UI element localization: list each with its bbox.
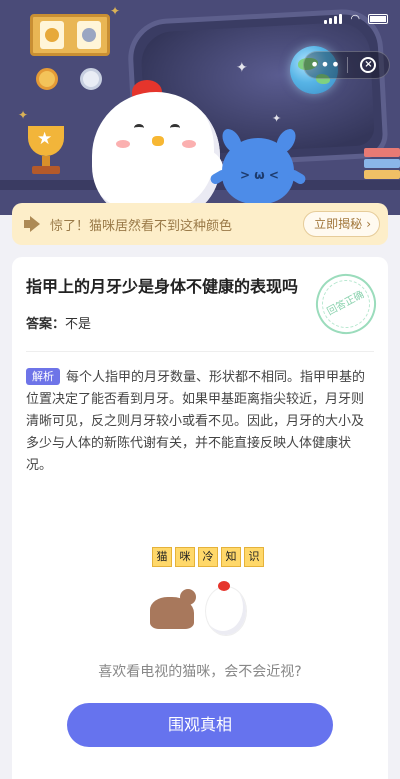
answer-row: 答案：不是: [26, 313, 91, 332]
reveal-now-button[interactable]: 立即揭秘 ›: [303, 211, 380, 237]
trophy-icon: [28, 126, 64, 174]
close-button[interactable]: ×: [348, 57, 389, 73]
gold-medal-icon: [36, 68, 58, 90]
sparkle-icon: ✦: [18, 108, 29, 122]
cat-icon: [150, 589, 196, 629]
tile: 冷: [198, 547, 218, 567]
cat-trivia-tiles: 猫 咪 冷 知 识: [152, 547, 264, 567]
divider: [26, 351, 374, 352]
mini-program-capsule[interactable]: ••• ×: [303, 51, 390, 79]
more-options-button[interactable]: •••: [304, 52, 347, 78]
explanation: 解析 每个人指甲的月牙数量、形状都不相同。指甲甲基的位置决定了能否看到月牙。如果甲…: [26, 367, 376, 477]
reveal-now-label: 立即揭秘: [314, 217, 363, 231]
tile: 识: [244, 547, 264, 567]
notice-bar[interactable]: 惊了！猫咪居然看不到这种颜色 立即揭秘 ›: [12, 203, 388, 245]
explanation-text: 每个人指甲的月牙数量、形状都不相同。指甲甲基的位置决定了能否看到月牙。如果甲基距…: [26, 370, 366, 473]
cat-trivia-illustration: 猫 咪 冷 知 识: [142, 547, 264, 647]
tile: 知: [221, 547, 241, 567]
award-frame: [30, 14, 110, 56]
sparkle-icon: ✦: [272, 112, 282, 125]
notice-text: 惊了！猫咪居然看不到这种颜色: [50, 218, 233, 234]
wifi-icon: ◠: [350, 12, 360, 25]
answer-label: 答案：: [26, 317, 66, 332]
correct-stamp: 回答正确: [305, 263, 387, 345]
books-icon: [364, 148, 400, 181]
battery-icon: [368, 13, 388, 24]
question-title: 指甲上的月牙少是身体不健康的表现吗: [26, 277, 299, 296]
sparkle-icon: ✦: [236, 60, 248, 76]
sparkle-icon: ✦: [110, 4, 121, 18]
gold-medal-icon: [39, 21, 64, 49]
chick-mascot: [92, 80, 229, 215]
trivia-caption: 喜欢看电视的猫咪，会不会近视?: [98, 664, 302, 680]
chick-icon: [206, 581, 246, 635]
close-circle-icon: ×: [360, 57, 377, 73]
hero-banner: ✦ ✦ ✦ ✦ ◠ >: [0, 0, 400, 215]
status-bar: ◠: [324, 12, 388, 25]
signal-icon: [324, 13, 343, 24]
blue-creature-mascot: > ω <: [208, 125, 308, 204]
megaphone-icon: [24, 216, 44, 232]
silver-medal-icon: [76, 21, 101, 49]
chevron-right-icon: ›: [366, 217, 371, 231]
answer-value: 不是: [65, 317, 92, 332]
question-card: 指甲上的月牙少是身体不健康的表现吗 回答正确 答案：不是 解析 每个人指甲的月牙数…: [12, 257, 388, 779]
tile: 猫: [152, 547, 172, 567]
view-truth-button[interactable]: 围观真相: [67, 703, 333, 747]
explain-tag: 解析: [26, 368, 60, 385]
tile: 咪: [175, 547, 195, 567]
